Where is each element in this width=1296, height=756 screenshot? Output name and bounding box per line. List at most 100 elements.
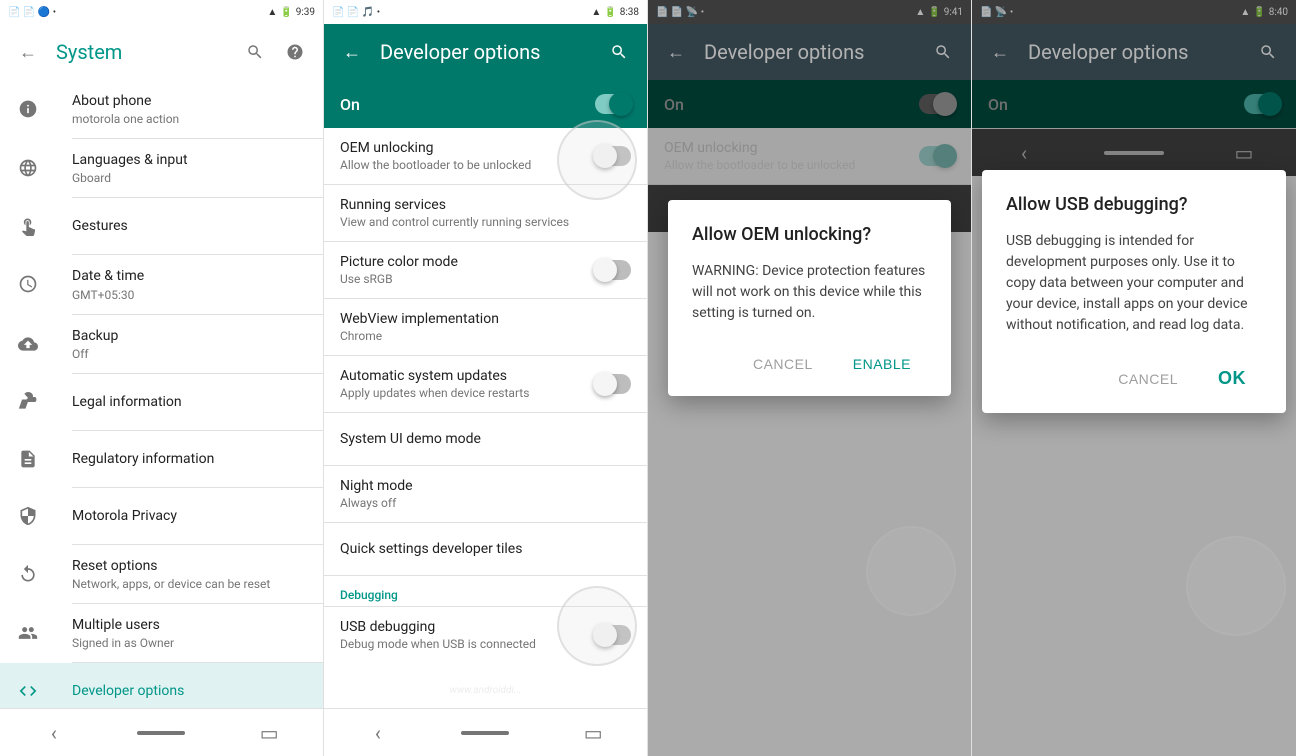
dev-item-running[interactable]: Running services View and control curren… (324, 185, 647, 241)
about-icon (16, 97, 40, 121)
battery-icon: 🔋 (280, 7, 292, 18)
usb-subtitle: Debug mode when USB is connected (340, 637, 595, 651)
dev-item-picture[interactable]: Picture color mode Use sRGB (324, 242, 647, 298)
help-button-1[interactable] (283, 40, 307, 64)
users-icon (16, 621, 40, 645)
app-bar-title-1: System (56, 40, 227, 64)
notification-icons: 📄 📄 🔵 • (8, 7, 56, 18)
users-title: Multiple users (72, 616, 307, 634)
datetime-icon (16, 272, 40, 296)
reset-icon (16, 562, 40, 586)
oem-dialog-title: Allow OEM unlocking? (692, 224, 927, 245)
users-text: Multiple users Signed in as Owner (72, 616, 307, 650)
oem-cancel-button[interactable]: Cancel (737, 348, 829, 380)
picture-toggle-thumb (593, 258, 617, 282)
picture-title: Picture color mode (340, 254, 595, 270)
panel-developer-options: 📄 📄 🎵 • ▲ 🔋 8:38 ← Developer options On … (324, 0, 648, 756)
reset-text: Reset options Network, apps, or device c… (72, 557, 307, 591)
time-display-2: 8:38 (620, 7, 639, 18)
dev-item-quicksettings[interactable]: Quick settings developer tiles (324, 523, 647, 575)
settings-item-developer[interactable]: Developer options (0, 663, 323, 708)
back-button-1[interactable]: ← (16, 40, 40, 64)
wifi-icon-2: ▲ (591, 7, 601, 18)
dev-item-autoupdate[interactable]: Automatic system updates Apply updates w… (324, 356, 647, 412)
usb-toggle[interactable] (595, 625, 631, 645)
status-bar-2: 📄 📄 🎵 • ▲ 🔋 8:38 (324, 0, 647, 24)
app-bar-icons-2 (607, 40, 631, 64)
running-title: Running services (340, 197, 631, 213)
autoupdate-toggle[interactable] (595, 374, 631, 394)
oem-toggle[interactable] (595, 146, 631, 166)
toggle-thumb-on-2 (609, 92, 633, 116)
settings-item-about[interactable]: About phone motorola one action (0, 80, 323, 138)
panel-system-settings: 📄 📄 🔵 • ▲ 🔋 9:39 ← System About phone (0, 0, 324, 756)
recent-nav-1[interactable]: ▭ (245, 709, 293, 756)
oem-dialog-body: WARNING: Device protection features will… (692, 261, 927, 324)
about-title: About phone (72, 92, 307, 110)
gestures-text: Gestures (72, 217, 307, 235)
settings-item-gestures[interactable]: Gestures (0, 198, 323, 254)
datetime-title: Date & time (72, 267, 307, 285)
back-nav-1[interactable]: ‹ (30, 709, 78, 756)
back-button-2[interactable]: ← (340, 40, 364, 64)
recent-nav-2[interactable]: ▭ (569, 709, 617, 756)
app-bar-1: ← System (0, 24, 323, 80)
regulatory-icon (16, 447, 40, 471)
datetime-text: Date & time GMT+05:30 (72, 267, 307, 301)
search-button-1[interactable] (243, 40, 267, 64)
night-title: Night mode (340, 478, 631, 494)
dev-item-webview[interactable]: WebView implementation Chrome (324, 299, 647, 355)
settings-item-datetime[interactable]: Date & time GMT+05:30 (0, 255, 323, 313)
gestures-title: Gestures (72, 217, 307, 235)
webview-subtitle: Chrome (340, 329, 631, 343)
settings-item-regulatory[interactable]: Regulatory information (0, 431, 323, 487)
settings-item-legal[interactable]: Legal information (0, 374, 323, 430)
settings-item-backup[interactable]: Backup Off (0, 315, 323, 373)
regulatory-title: Regulatory information (72, 450, 307, 468)
app-bar-icons-1 (243, 40, 307, 64)
languages-title: Languages & input (72, 151, 307, 169)
dev-item-oem[interactable]: OEM unlocking Allow the bootloader to be… (324, 128, 647, 184)
battery-icon-2: 🔋 (604, 7, 616, 18)
autoupdate-title: Automatic system updates (340, 368, 595, 384)
about-subtitle: motorola one action (72, 112, 307, 126)
usb-ok-button[interactable]: OK (1202, 360, 1262, 397)
developer-title: Developer options (72, 682, 307, 700)
backup-icon (16, 332, 40, 356)
settings-item-languages[interactable]: Languages & input Gboard (0, 139, 323, 197)
dev-item-night[interactable]: Night mode Always off (324, 466, 647, 522)
status-bar-1: 📄 📄 🔵 • ▲ 🔋 9:39 (0, 0, 323, 24)
usb-dialog: Allow USB debugging? USB debugging is in… (982, 170, 1286, 413)
running-subtitle: View and control currently running servi… (340, 215, 631, 229)
autoupdate-subtitle: Apply updates when device restarts (340, 386, 595, 400)
regulatory-text: Regulatory information (72, 450, 307, 468)
dev-item-usb[interactable]: USB debugging Debug mode when USB is con… (324, 607, 647, 663)
picture-toggle[interactable] (595, 260, 631, 280)
wifi-icon: ▲ (267, 7, 277, 18)
time-display: 9:39 (296, 7, 315, 18)
home-nav-2[interactable] (461, 731, 509, 735)
settings-item-privacy[interactable]: Motorola Privacy (0, 488, 323, 544)
autoupdate-text: Automatic system updates Apply updates w… (340, 368, 595, 400)
oem-enable-button[interactable]: Enable (837, 348, 927, 380)
settings-item-users[interactable]: Multiple users Signed in as Owner (0, 604, 323, 662)
back-nav-2[interactable]: ‹ (354, 709, 402, 756)
usb-cancel-button[interactable]: Cancel (1102, 360, 1194, 397)
settings-item-reset[interactable]: Reset options Network, apps, or device c… (0, 545, 323, 603)
dev-item-demo[interactable]: System UI demo mode (324, 413, 647, 465)
webview-text: WebView implementation Chrome (340, 311, 631, 343)
picture-subtitle: Use sRGB (340, 272, 595, 286)
legal-text: Legal information (72, 393, 307, 411)
search-button-2[interactable] (607, 40, 631, 64)
quicksettings-text: Quick settings developer tiles (340, 541, 631, 557)
app-bar-title-2: Developer options (380, 40, 591, 64)
oem-subtitle: Allow the bootloader to be unlocked (340, 158, 595, 172)
watermark-2: www.androiddi... (450, 685, 522, 696)
oem-text: OEM unlocking Allow the bootloader to be… (340, 140, 595, 172)
privacy-icon (16, 504, 40, 528)
datetime-subtitle: GMT+05:30 (72, 288, 307, 302)
home-nav-1[interactable] (137, 731, 185, 735)
on-toggle-2[interactable] (595, 94, 631, 114)
usb-toggle-thumb (593, 623, 617, 647)
bottom-nav-1: ‹ ▭ (0, 708, 323, 756)
